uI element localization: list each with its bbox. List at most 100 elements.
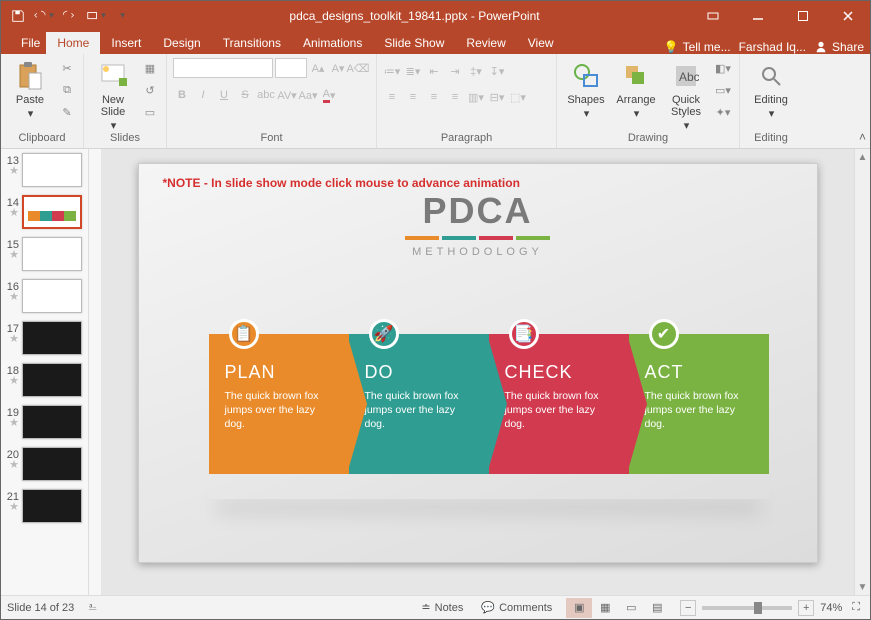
thumbnail-row[interactable]: 13★ — [3, 153, 86, 187]
tab-review[interactable]: Review — [455, 32, 516, 54]
thumbnail-row[interactable]: 16★ — [3, 279, 86, 313]
slide-counter[interactable]: Slide 14 of 23 — [7, 602, 74, 614]
align-text-button[interactable]: ⊟▾ — [488, 88, 506, 106]
thumbnail[interactable] — [22, 405, 82, 439]
start-from-beginning-button[interactable]: ▾ — [85, 6, 107, 26]
slide[interactable]: *NOTE - In slide show mode click mouse t… — [138, 163, 818, 563]
thumbnail[interactable] — [22, 321, 82, 355]
shapes-button[interactable]: Shapes▾ — [563, 58, 609, 120]
sorter-view-button[interactable]: ▦ — [592, 598, 618, 618]
zoom-out-button[interactable]: − — [680, 600, 696, 616]
shape-fill-button[interactable]: ◧▾ — [713, 58, 733, 78]
tab-slideshow[interactable]: Slide Show — [373, 32, 455, 54]
normal-view-button[interactable]: ▣ — [566, 598, 592, 618]
char-spacing-button[interactable]: AV▾ — [278, 86, 296, 104]
thumbnail[interactable] — [22, 195, 82, 229]
bullets-button[interactable]: ≔▾ — [383, 62, 401, 80]
scroll-up-button[interactable]: ▲ — [855, 149, 870, 165]
ribbon-options-button[interactable] — [690, 1, 735, 30]
zoom-slider-thumb[interactable] — [754, 602, 762, 614]
user-name[interactable]: Farshad Iq... — [739, 40, 806, 54]
comments-button[interactable]: 💬 Comments — [477, 601, 556, 614]
save-button[interactable] — [7, 6, 29, 26]
increase-font-button[interactable]: A▴ — [309, 59, 327, 77]
tab-design[interactable]: Design — [152, 32, 211, 54]
thumbnail[interactable] — [22, 363, 82, 397]
quick-styles-button[interactable]: Abc Quick Styles▾ — [663, 58, 709, 132]
new-slide-button[interactable]: New Slide▾ — [90, 58, 136, 132]
notes-button[interactable]: ≐ Notes — [417, 601, 467, 614]
thumbnail[interactable] — [22, 153, 82, 187]
tell-me-search[interactable]: 💡 Tell me... — [664, 40, 731, 54]
reading-view-button[interactable]: ▭ — [618, 598, 644, 618]
copy-button[interactable]: ⧉ — [57, 80, 77, 100]
editing-button[interactable]: Editing▾ — [746, 58, 796, 120]
section-button[interactable]: ▭ — [140, 102, 160, 122]
spellcheck-button[interactable]: ⎁ — [84, 601, 101, 614]
zoom-level[interactable]: 74% — [820, 602, 842, 614]
scroll-down-button[interactable]: ▼ — [855, 579, 870, 595]
thumbnail[interactable] — [22, 447, 82, 481]
layout-button[interactable]: ▦ — [140, 58, 160, 78]
thumbnail-row[interactable]: 19★ — [3, 405, 86, 439]
tab-transitions[interactable]: Transitions — [212, 32, 292, 54]
smartart-button[interactable]: ⬚▾ — [509, 88, 527, 106]
text-direction-button[interactable]: ↧▾ — [488, 62, 506, 80]
justify-button[interactable]: ≡ — [446, 88, 464, 106]
tab-insert[interactable]: Insert — [100, 32, 152, 54]
cut-button[interactable]: ✂ — [57, 58, 77, 78]
shadow-button[interactable]: abc — [257, 86, 275, 104]
thumbnail-row[interactable]: 15★ — [3, 237, 86, 271]
thumbnail-row[interactable]: 17★ — [3, 321, 86, 355]
tab-home[interactable]: Home — [46, 32, 100, 54]
close-button[interactable] — [825, 1, 870, 30]
font-color-button[interactable]: A▾ — [320, 86, 338, 104]
collapse-ribbon-button[interactable]: ˄ — [859, 130, 866, 144]
decrease-font-button[interactable]: A▾ — [329, 59, 347, 77]
font-size-input[interactable] — [275, 58, 307, 78]
minimize-button[interactable] — [735, 1, 780, 30]
zoom-in-button[interactable]: + — [798, 600, 814, 616]
thumbnail-scroll[interactable]: 13★ 14★ 15★ 16★ 17★ 18★ 19★ 20★ 21★ — [1, 149, 88, 595]
numbering-button[interactable]: ≣▾ — [404, 62, 422, 80]
bold-button[interactable]: B — [173, 86, 191, 104]
thumbnail-row[interactable]: 20★ — [3, 447, 86, 481]
thumbnail-row[interactable]: 14★ — [3, 195, 86, 229]
arrange-button[interactable]: Arrange▾ — [613, 58, 659, 120]
zoom-slider[interactable] — [702, 606, 792, 610]
change-case-button[interactable]: Aa▾ — [299, 86, 317, 104]
vertical-scrollbar[interactable]: ▲ ▼ — [854, 149, 870, 595]
reset-button[interactable]: ↺ — [140, 80, 160, 100]
format-painter-button[interactable]: ✎ — [57, 102, 77, 122]
thumbnail[interactable] — [22, 237, 82, 271]
thumbnail-row[interactable]: 18★ — [3, 363, 86, 397]
line-spacing-button[interactable]: ‡▾ — [467, 62, 485, 80]
columns-button[interactable]: ▥▾ — [467, 88, 485, 106]
align-left-button[interactable]: ≡ — [383, 88, 401, 106]
tab-view[interactable]: View — [517, 32, 565, 54]
slideshow-view-button[interactable]: ▤ — [644, 598, 670, 618]
tab-file[interactable]: File — [15, 32, 46, 54]
paste-button[interactable]: Paste▾ — [7, 58, 53, 120]
clear-formatting-button[interactable]: A⌫ — [349, 59, 367, 77]
share-button[interactable]: Share — [814, 40, 864, 54]
maximize-button[interactable] — [780, 1, 825, 30]
shape-effects-button[interactable]: ✦▾ — [713, 102, 733, 122]
shape-outline-button[interactable]: ▭▾ — [713, 80, 733, 100]
redo-button[interactable] — [59, 6, 81, 26]
font-name-input[interactable] — [173, 58, 273, 78]
underline-button[interactable]: U — [215, 86, 233, 104]
undo-button[interactable]: ▾ — [33, 6, 55, 26]
tab-animations[interactable]: Animations — [292, 32, 373, 54]
fit-to-window-button[interactable]: ⛶ — [848, 601, 864, 614]
decrease-indent-button[interactable]: ⇤ — [425, 62, 443, 80]
thumbnail[interactable] — [22, 489, 82, 523]
strikethrough-button[interactable]: S — [236, 86, 254, 104]
italic-button[interactable]: I — [194, 86, 212, 104]
align-center-button[interactable]: ≡ — [404, 88, 422, 106]
thumbnail[interactable] — [22, 279, 82, 313]
align-right-button[interactable]: ≡ — [425, 88, 443, 106]
thumbnail-row[interactable]: 21★ — [3, 489, 86, 523]
increase-indent-button[interactable]: ⇥ — [446, 62, 464, 80]
qat-customize-button[interactable]: ▾ — [111, 6, 133, 26]
